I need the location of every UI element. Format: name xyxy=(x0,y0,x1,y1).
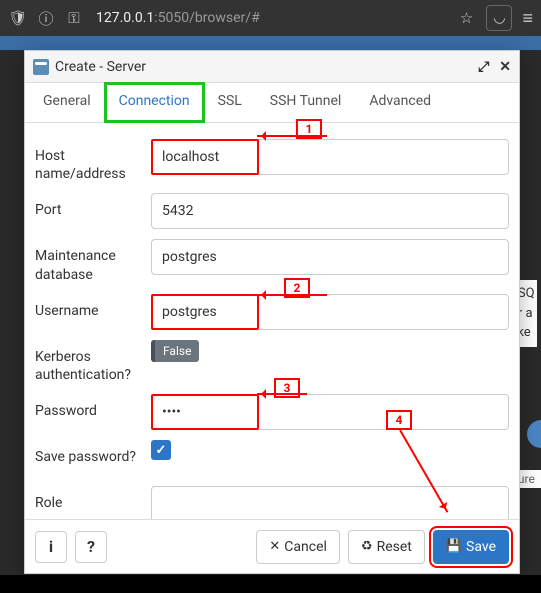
dialog-header: Create - Server xyxy=(25,51,519,83)
background-handle xyxy=(527,420,541,448)
tab-advanced[interactable]: Advanced xyxy=(355,83,445,122)
url-path: :5050/browser/# xyxy=(154,10,259,26)
role-label: Role xyxy=(35,486,151,512)
annotation-arrow-3 xyxy=(257,393,307,395)
dialog-title: Create - Server xyxy=(55,59,478,75)
kerberos-label: Kerberos authentication? xyxy=(35,340,151,384)
tab-general[interactable]: General xyxy=(29,83,105,122)
key-icon[interactable]: ⚿ xyxy=(64,9,84,27)
port-label: Port xyxy=(35,193,151,219)
app-header-strip xyxy=(0,36,541,50)
password-input[interactable] xyxy=(151,394,509,430)
maintenance-db-input[interactable] xyxy=(151,239,509,275)
cancel-icon: ✕ xyxy=(269,539,280,554)
save-button[interactable]: 💾Save xyxy=(433,530,509,564)
reset-icon: ♻ xyxy=(361,539,373,554)
address-bar[interactable]: 127.0.0.1:5050/browser/# xyxy=(92,6,448,30)
cancel-button[interactable]: ✕Cancel xyxy=(256,530,340,564)
save-password-label: Save password? xyxy=(35,440,151,466)
tab-connection[interactable]: Connection xyxy=(105,83,204,122)
url-host: 127.0.0.1 xyxy=(96,10,154,26)
username-input[interactable] xyxy=(151,294,509,330)
annotation-number-3: 3 xyxy=(274,378,300,398)
host-label: Host name/address xyxy=(35,139,151,183)
create-server-dialog: Create - Server General Connection SSL S… xyxy=(24,50,520,574)
maintenance-db-label: Maintenance database xyxy=(35,239,151,283)
port-input[interactable] xyxy=(151,193,509,229)
save-password-checkbox[interactable] xyxy=(151,440,171,460)
info-button[interactable]: i xyxy=(35,531,67,563)
pocket-icon[interactable]: ◡ xyxy=(486,5,512,31)
shield-icon[interactable]: 🛡 xyxy=(8,9,28,27)
kerberos-toggle[interactable]: False xyxy=(151,340,199,362)
reset-button[interactable]: ♻Reset xyxy=(348,530,425,564)
annotation-number-4: 4 xyxy=(386,410,412,430)
help-button[interactable]: ? xyxy=(75,531,107,563)
save-icon: 💾 xyxy=(446,539,462,554)
close-icon[interactable] xyxy=(499,59,511,75)
dialog-tabs: General Connection SSL SSH Tunnel Advanc… xyxy=(25,83,519,123)
role-input[interactable] xyxy=(151,486,509,519)
expand-icon[interactable] xyxy=(478,59,489,75)
bottom-bar xyxy=(0,575,541,593)
star-icon[interactable]: ☆ xyxy=(456,9,476,27)
username-label: Username xyxy=(35,294,151,320)
dialog-footer: i ? ✕Cancel ♻Reset 💾Save xyxy=(25,519,519,573)
tab-ssl[interactable]: SSL xyxy=(204,83,256,122)
server-icon xyxy=(33,59,49,75)
form-body: Host name/address Port Maintenance datab… xyxy=(25,123,519,519)
info-circle-icon[interactable]: ⓘ xyxy=(36,8,56,29)
password-label: Password xyxy=(35,394,151,420)
host-input[interactable] xyxy=(151,139,509,175)
browser-toolbar: 🛡 ⓘ ⚿ 127.0.0.1:5050/browser/# ☆ ◡ ≡ xyxy=(0,0,541,36)
annotation-arrow-2 xyxy=(257,294,327,296)
tab-ssh-tunnel[interactable]: SSH Tunnel xyxy=(256,83,356,122)
menu-icon[interactable]: ≡ xyxy=(522,8,533,29)
annotation-arrow-1 xyxy=(257,135,327,137)
